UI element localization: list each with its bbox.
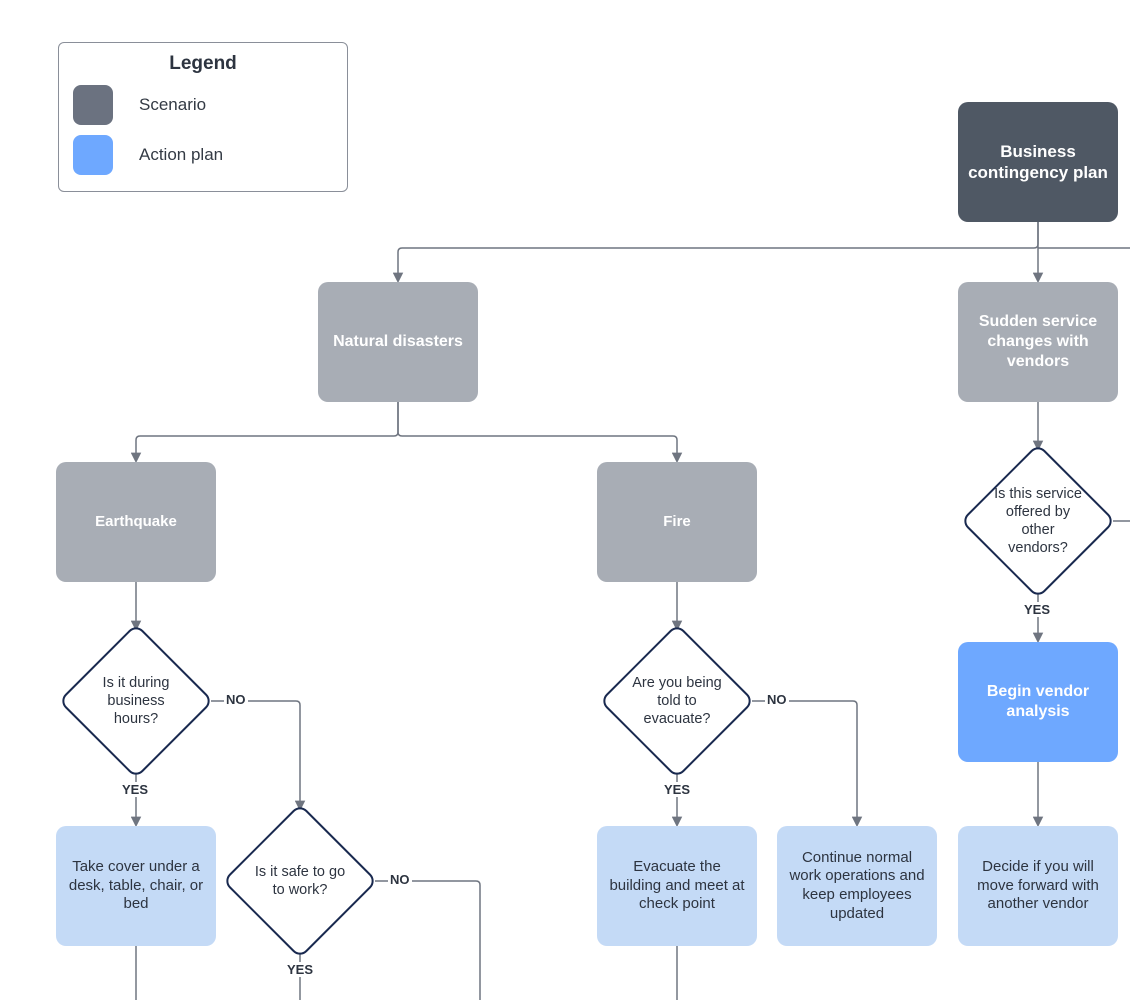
legend-label-scenario: Scenario — [139, 95, 206, 115]
node-earthquake: Earthquake — [56, 462, 216, 582]
edge-label-yes: YES — [285, 962, 315, 977]
decision-other-vendors: Is this service offered by other vendors… — [983, 466, 1093, 576]
legend-row-action: Action plan — [73, 135, 333, 175]
edge-label-no: NO — [765, 692, 789, 707]
action-continue-ops: Continue normal work operations and keep… — [777, 826, 937, 946]
decision-safe-to-work: Is it safe to go to work? — [245, 826, 355, 936]
node-natural-disasters: Natural disasters — [318, 282, 478, 402]
decision-text: Is this service offered by other vendors… — [983, 485, 1093, 558]
legend-swatch-scenario — [73, 85, 113, 125]
edge-label-yes: YES — [120, 782, 150, 797]
decision-text: Is it during business hours? — [81, 674, 191, 728]
node-vendors: Sudden service changes with vendors — [958, 282, 1118, 402]
legend-panel: Legend Scenario Action plan — [58, 42, 348, 192]
edge-label-no: NO — [224, 692, 248, 707]
decision-text: Are you being told to evacuate? — [622, 674, 732, 728]
legend-swatch-action — [73, 135, 113, 175]
action-take-cover: Take cover under a desk, table, chair, o… — [56, 826, 216, 946]
legend-row-scenario: Scenario — [73, 85, 333, 125]
edge-label-no: NO — [388, 872, 412, 887]
action-evacuate: Evacuate the building and meet at check … — [597, 826, 757, 946]
action-decide-vendor: Decide if you will move forward with ano… — [958, 826, 1118, 946]
node-fire: Fire — [597, 462, 757, 582]
node-root: Business contingency plan — [958, 102, 1118, 222]
action-begin-vendor: Begin vendor analysis — [958, 642, 1118, 762]
legend-label-action: Action plan — [139, 145, 223, 165]
decision-business-hours: Is it during business hours? — [81, 646, 191, 756]
edge-label-yes: YES — [1022, 602, 1052, 617]
legend-title: Legend — [73, 53, 333, 75]
decision-text: Is it safe to go to work? — [245, 863, 355, 899]
edge-label-yes: YES — [662, 782, 692, 797]
decision-evacuate: Are you being told to evacuate? — [622, 646, 732, 756]
